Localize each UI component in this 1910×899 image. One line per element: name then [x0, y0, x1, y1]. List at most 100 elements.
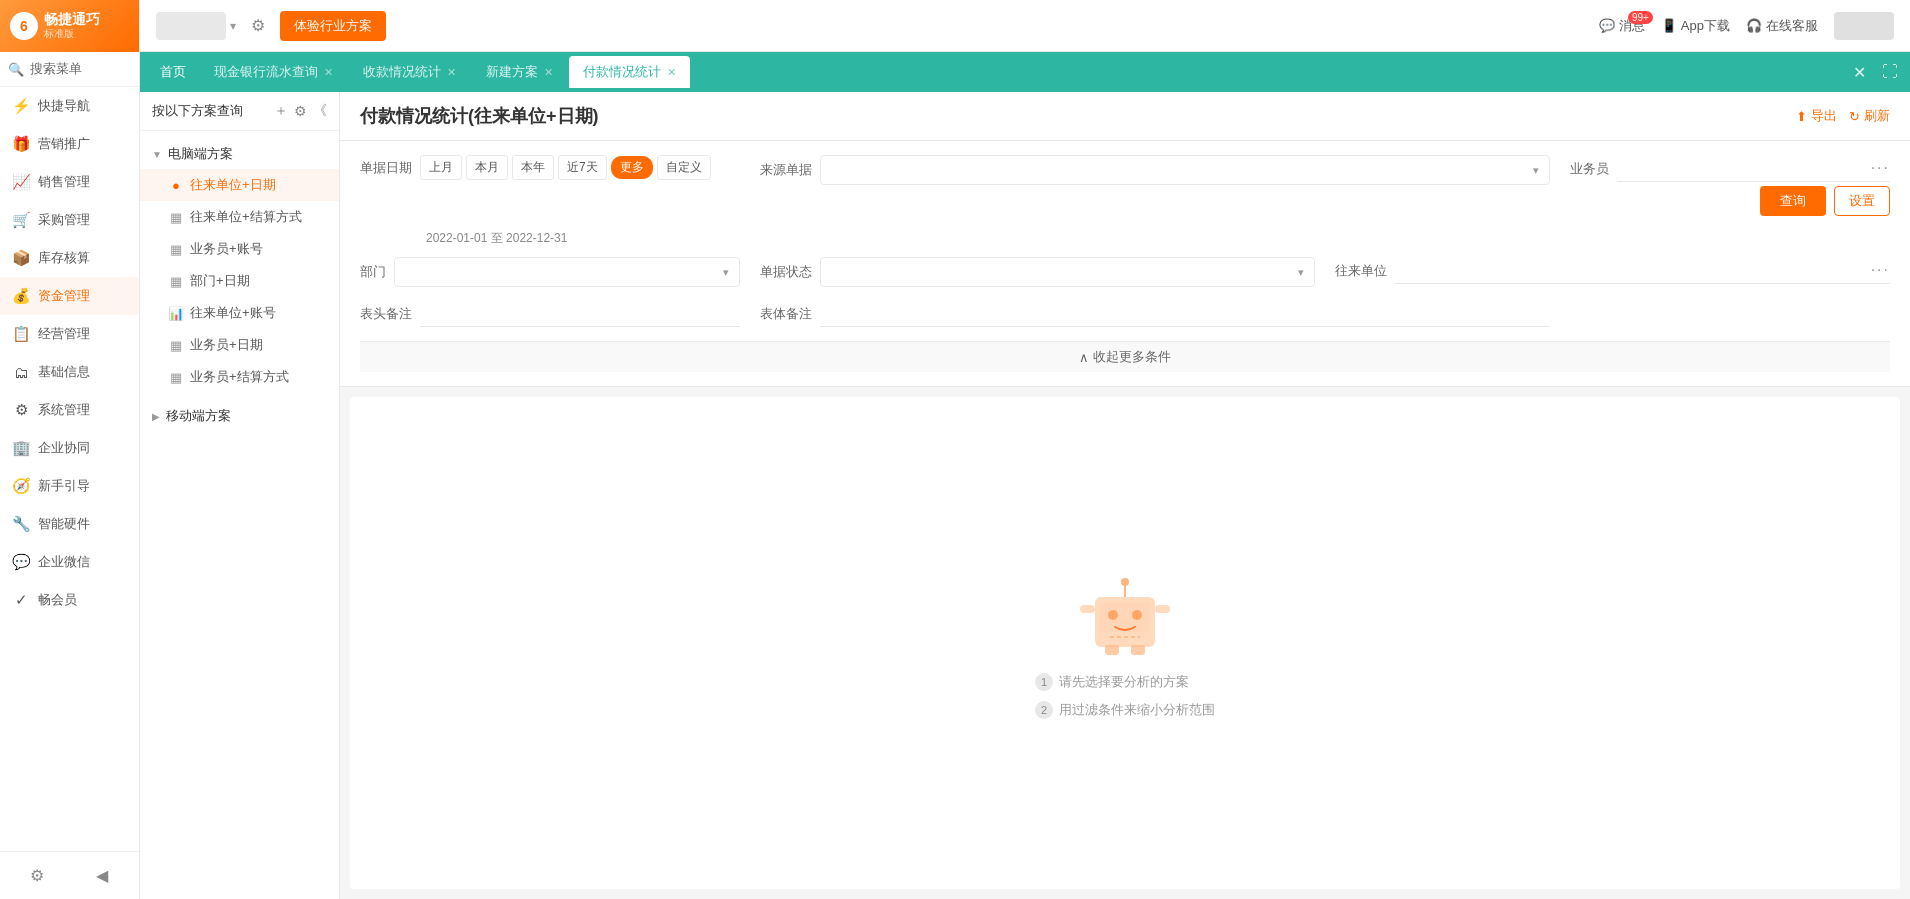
tab-cash-flow[interactable]: 现金银行流水查询 ✕: [200, 56, 347, 88]
tab-home[interactable]: 首页: [148, 56, 198, 88]
partner-dots-icon[interactable]: ···: [1871, 261, 1890, 279]
mobile-group-header[interactable]: ▶ 移动端方案: [140, 401, 339, 431]
sidebar-item-operation[interactable]: 📋 经营管理: [0, 315, 139, 353]
app-download-btn[interactable]: 📱 App下载: [1661, 17, 1730, 35]
hint-1-num: 1: [1035, 673, 1053, 691]
add-scheme-icon[interactable]: ＋: [274, 102, 288, 120]
search-menu[interactable]: 🔍 搜索菜单: [0, 52, 139, 87]
table-header-note-input[interactable]: [420, 301, 740, 327]
sidebar-item-fund[interactable]: 💰 资金管理: [0, 277, 139, 315]
quick-nav-icon: ⚡: [12, 97, 30, 115]
bill-status-select[interactable]: ▾: [820, 257, 1315, 287]
filter-area: 单据日期 上月 本月 本年 近7天 更多 自定义 来源单据: [340, 141, 1910, 387]
date-btn-this-month[interactable]: 本月: [466, 155, 508, 180]
scheme-item-label: 业务员+结算方式: [190, 368, 289, 386]
staff-dots-icon[interactable]: ···: [1871, 159, 1890, 177]
gear-icon[interactable]: ⚙: [244, 12, 272, 40]
scheme-icon: ▦: [168, 241, 184, 257]
scheme-item-staff-settle[interactable]: ▦ 业务员+结算方式: [140, 361, 339, 393]
sidebar-item-inventory[interactable]: 📦 库存核算: [0, 239, 139, 277]
scheme-item-staff-date[interactable]: ▦ 业务员+日期: [140, 329, 339, 361]
sidebar-item-quick-nav[interactable]: ⚡ 快捷导航: [0, 87, 139, 125]
partner-label: 往来单位: [1335, 262, 1387, 280]
query-btn[interactable]: 查询: [1760, 186, 1826, 216]
desktop-group-header[interactable]: ▼ 电脑端方案: [140, 139, 339, 169]
logo-icon: 6: [10, 12, 38, 40]
tab-label: 付款情况统计: [583, 63, 661, 81]
basic-icon: 🗂: [12, 363, 30, 381]
empty-hint-1: 1 请先选择要分析的方案: [1035, 673, 1215, 691]
enterprise-icon: 🏢: [12, 439, 30, 457]
tab-payment-stats[interactable]: 付款情况统计 ✕: [569, 56, 690, 88]
dept-select[interactable]: ▾: [394, 257, 740, 287]
mobile-icon: 📱: [1661, 18, 1677, 33]
close-icon[interactable]: ✕: [447, 66, 456, 79]
collapse-sidebar-btn[interactable]: ◀: [74, 860, 132, 891]
refresh-btn[interactable]: ↻ 刷新: [1849, 107, 1890, 125]
date-range-text: 2022-01-01 至 2022-12-31: [426, 231, 567, 245]
sidebar-item-basic[interactable]: 🗂 基础信息: [0, 353, 139, 391]
sidebar-item-member[interactable]: ✓ 畅会员: [0, 581, 139, 619]
sidebar-item-label: 企业微信: [38, 553, 90, 571]
trial-btn[interactable]: 体验行业方案: [280, 11, 386, 41]
close-icon[interactable]: ✕: [667, 66, 676, 79]
tab-new-scheme[interactable]: 新建方案 ✕: [472, 56, 567, 88]
topbar-user-profile[interactable]: [1834, 12, 1894, 40]
source-bill-select[interactable]: ▾: [820, 155, 1550, 185]
table-body-note-input[interactable]: [820, 301, 1550, 327]
date-btn-custom[interactable]: 自定义: [657, 155, 711, 180]
expand-icon[interactable]: ⛶: [1878, 59, 1902, 85]
filter-dept: 部门 ▾: [360, 257, 740, 287]
scheme-item-staff-account[interactable]: ▦ 业务员+账号: [140, 233, 339, 265]
scheme-item-unit-date[interactable]: ● 往来单位+日期: [140, 169, 339, 201]
app-name: 畅捷通巧: [44, 11, 100, 28]
date-btn-7days[interactable]: 近7天: [558, 155, 607, 180]
sidebar-item-purchase[interactable]: 🛒 采购管理: [0, 201, 139, 239]
guide-icon: 🧭: [12, 477, 30, 495]
scheme-item-label: 往来单位+日期: [190, 176, 276, 194]
collapse-panel-icon[interactable]: 《: [313, 102, 327, 120]
user-avatar: [156, 12, 226, 40]
active-scheme-icon: ●: [168, 177, 184, 193]
tab-receivable[interactable]: 收款情况统计 ✕: [349, 56, 470, 88]
close-icon[interactable]: ✕: [544, 66, 553, 79]
sidebar-item-marketing[interactable]: 🎁 营销推广: [0, 125, 139, 163]
online-service-btn[interactable]: 🎧 在线客服: [1746, 17, 1818, 35]
filter-row-2: 部门 ▾ 单据状态 ▾ 往来单位: [360, 257, 1890, 287]
operation-icon: 📋: [12, 325, 30, 343]
date-btn-more[interactable]: 更多: [611, 156, 653, 179]
empty-hint-2: 2 用过滤条件来缩小分析范围: [1035, 701, 1215, 719]
sidebar-item-hardware[interactable]: 🔧 智能硬件: [0, 505, 139, 543]
filter-partner: 往来单位 ···: [1335, 257, 1890, 284]
left-panel-header: 按以下方案查询 ＋ ⚙ 《: [140, 92, 339, 131]
filter-source-bill: 来源单据 ▾: [760, 155, 1550, 185]
sidebar-item-enterprise[interactable]: 🏢 企业协同: [0, 429, 139, 467]
right-panel: 付款情况统计(往来单位+日期) ⬆ 导出 ↻ 刷新 单: [340, 92, 1910, 899]
collapse-conditions-btn[interactable]: ∧ 收起更多条件: [360, 341, 1890, 372]
search-label: 搜索菜单: [30, 60, 82, 78]
close-icon[interactable]: ✕: [324, 66, 333, 79]
close-all-tabs-icon[interactable]: ✕: [1849, 59, 1870, 86]
scheme-item-dept-date[interactable]: ▦ 部门+日期: [140, 265, 339, 297]
sidebar-item-guide[interactable]: 🧭 新手引导: [0, 467, 139, 505]
notifications-btn[interactable]: 💬 消息 99+: [1599, 17, 1645, 35]
date-label: 单据日期: [360, 159, 412, 177]
desktop-group-label: 电脑端方案: [168, 145, 233, 163]
sidebar-item-label: 智能硬件: [38, 515, 90, 533]
export-icon: ⬆: [1796, 109, 1807, 124]
sidebar-item-wechat[interactable]: 💬 企业微信: [0, 543, 139, 581]
user-area[interactable]: ▾: [156, 12, 236, 40]
date-btn-last-month[interactable]: 上月: [420, 155, 462, 180]
settings-btn[interactable]: 设置: [1834, 186, 1890, 216]
scheme-item-unit-settle[interactable]: ▦ 往来单位+结算方式: [140, 201, 339, 233]
sidebar-item-sales[interactable]: 📈 销售管理: [0, 163, 139, 201]
date-btn-this-year[interactable]: 本年: [512, 155, 554, 180]
sidebar-item-system[interactable]: ⚙ 系统管理: [0, 391, 139, 429]
settings-scheme-icon[interactable]: ⚙: [294, 103, 307, 119]
scheme-item-unit-account[interactable]: 📊 往来单位+账号: [140, 297, 339, 329]
scheme-item-label: 部门+日期: [190, 272, 250, 290]
empty-state: 1 请先选择要分析的方案 2 用过滤条件来缩小分析范围: [350, 397, 1900, 889]
export-btn[interactable]: ⬆ 导出: [1796, 107, 1837, 125]
settings-footer-btn[interactable]: ⚙: [8, 860, 66, 891]
topbar: ▾ ⚙ 体验行业方案 💬 消息 99+ 📱 App下载 🎧 在线客服: [140, 0, 1910, 52]
